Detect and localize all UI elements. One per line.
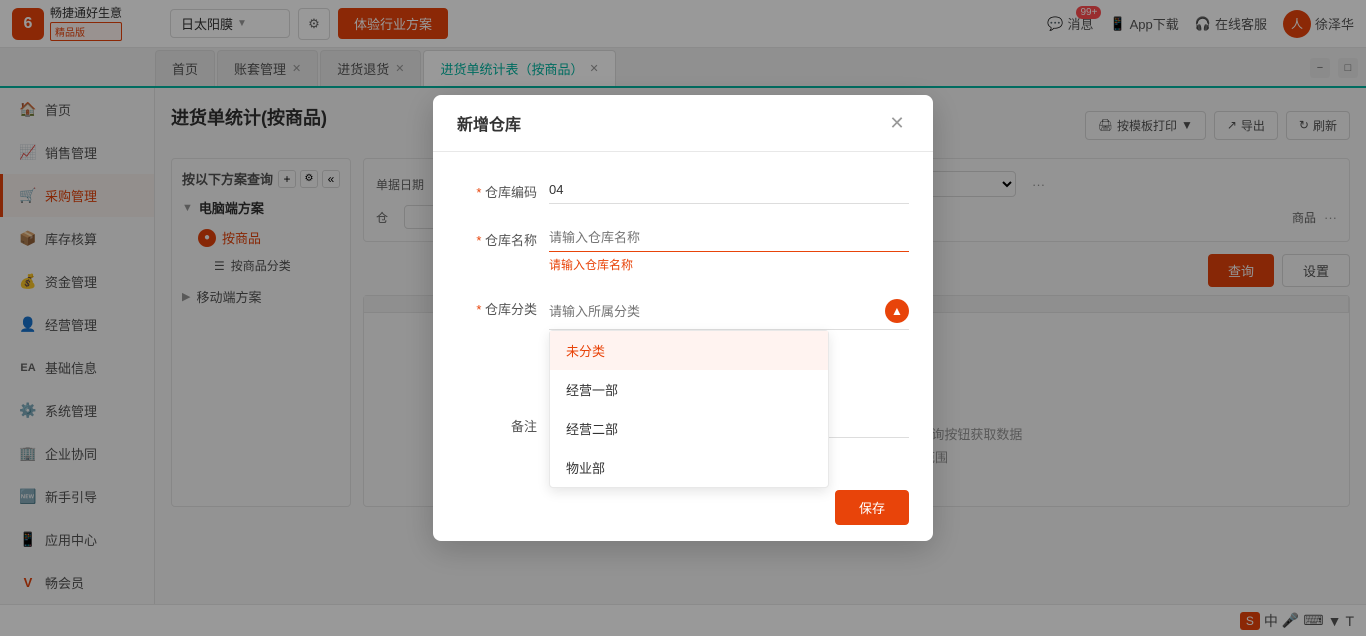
dropdown-item-dept2[interactable]: 经营二部: [550, 409, 828, 448]
dropdown-item-dept1[interactable]: 经营一部: [550, 370, 828, 409]
category-input[interactable]: [549, 304, 885, 319]
modal-overlay: 新增仓库 ✕ 仓库编码 仓库名称 请输入仓库名称 仓库分类: [0, 0, 1366, 636]
dropdown-item-property[interactable]: 物业部: [550, 448, 828, 487]
modal-title: 新增仓库: [457, 111, 521, 135]
category-dropdown: 未分类 经营一部 经营二部 物业部: [549, 330, 829, 488]
new-warehouse-modal: 新增仓库 ✕ 仓库编码 仓库名称 请输入仓库名称 仓库分类: [433, 95, 933, 541]
dropdown-item-uncategorized[interactable]: 未分类: [550, 331, 828, 370]
category-field-row: 仓库分类 ▲ 未分类 经营一部: [457, 293, 909, 330]
code-input[interactable]: [549, 176, 909, 204]
code-field-row: 仓库编码: [457, 176, 909, 204]
modal-body: 仓库编码 仓库名称 请输入仓库名称 仓库分类 ▲: [433, 152, 933, 474]
category-field-wrapper: ▲ 未分类 经营一部 经营二部 物业部: [549, 293, 909, 330]
name-label: 仓库名称: [457, 224, 537, 249]
modal-header: 新增仓库 ✕: [433, 95, 933, 152]
note-label: 备注: [457, 410, 537, 435]
save-button[interactable]: 保存: [835, 490, 909, 525]
name-input[interactable]: [549, 224, 909, 252]
code-label: 仓库编码: [457, 176, 537, 201]
category-toggle-button[interactable]: ▲: [885, 299, 909, 323]
modal-close-button[interactable]: ✕: [885, 111, 909, 135]
category-label: 仓库分类: [457, 293, 537, 318]
name-error-msg: 请输入仓库名称: [549, 258, 633, 272]
category-input-wrapper: ▲: [549, 293, 909, 330]
name-field-row: 仓库名称 请输入仓库名称: [457, 224, 909, 273]
